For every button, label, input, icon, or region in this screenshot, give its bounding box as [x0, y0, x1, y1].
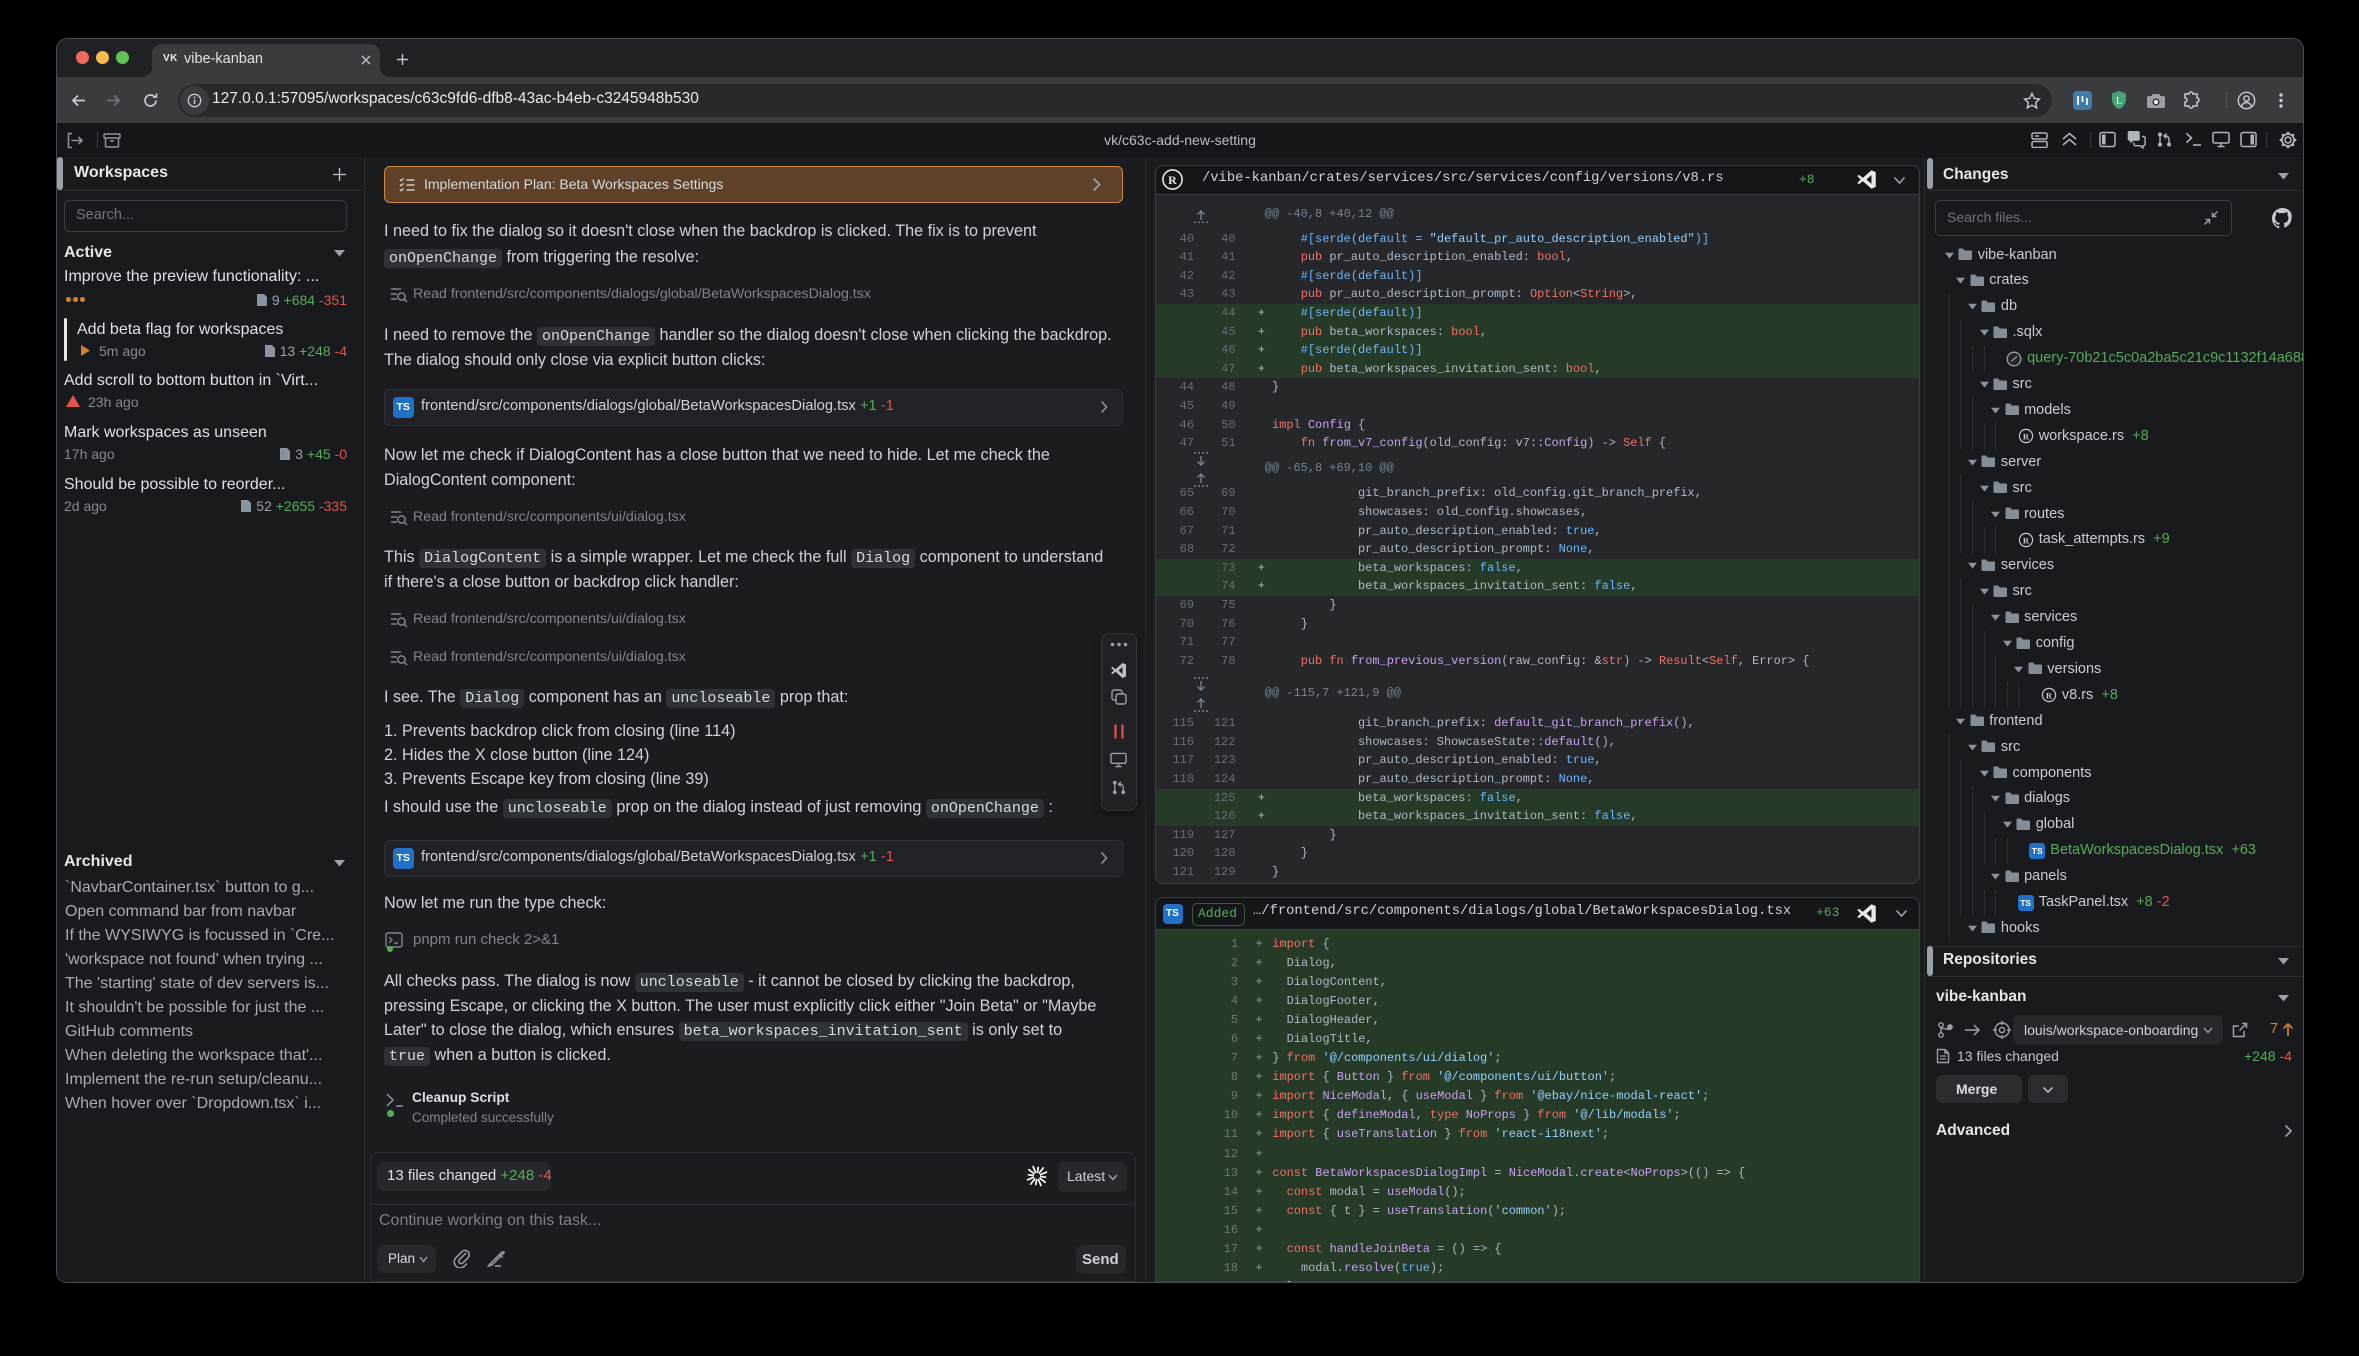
svg-text:L: L	[2116, 96, 2122, 107]
svg-text:R: R	[2023, 535, 2030, 545]
svg-text:R: R	[2046, 691, 2053, 701]
svg-text:R: R	[2023, 432, 2030, 442]
svg-text:R: R	[1168, 173, 1177, 187]
